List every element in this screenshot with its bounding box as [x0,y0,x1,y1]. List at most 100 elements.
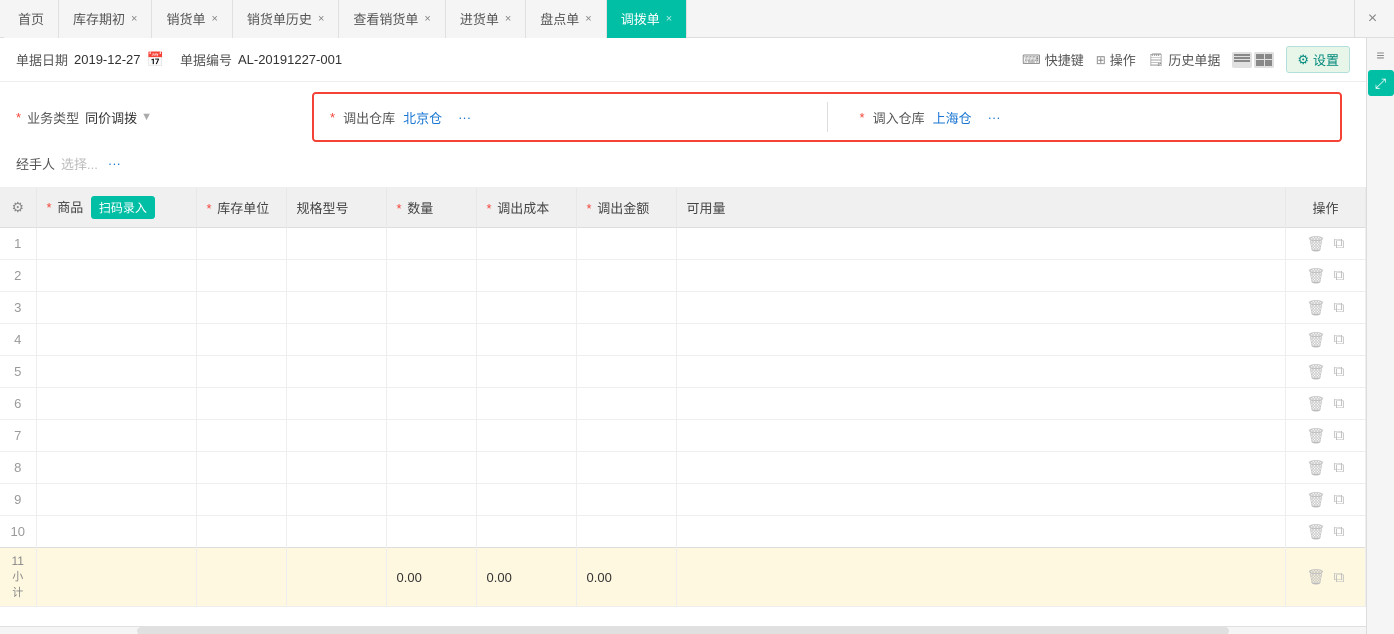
cell-unit[interactable] [196,356,286,388]
settings-button[interactable]: ⚙ 设置 [1286,46,1350,73]
close-tab-sales-order[interactable]: × [211,13,217,25]
business-type-select[interactable]: 同价调拨 ▼ [85,108,265,127]
cell-spec[interactable] [286,484,386,516]
cell-cost[interactable] [476,356,576,388]
history-button[interactable]: 🗒 历史单据 [1148,50,1221,69]
cell-product[interactable] [36,356,196,388]
copy-icon[interactable]: ⧉ [1334,523,1345,540]
close-tab-inventory-init[interactable]: × [131,13,137,25]
cell-product[interactable] [36,452,196,484]
cell-unit[interactable] [196,292,286,324]
copy-icon[interactable]: ⧉ [1334,267,1345,284]
copy-icon[interactable]: ⧉ [1334,395,1345,412]
cell-unit[interactable] [196,324,286,356]
cell-cost[interactable] [476,228,576,260]
cell-amount[interactable] [576,452,676,484]
delete-icon[interactable]: 🗑 [1307,267,1326,285]
scan-button[interactable]: 扫码录入 [91,196,155,219]
tab-inventory-check[interactable]: 盘点单 × [526,0,606,38]
delete-icon[interactable]: 🗑 [1307,523,1326,541]
cell-qty[interactable] [386,452,476,484]
cell-product[interactable] [36,228,196,260]
delete-icon[interactable]: 🗑 [1307,395,1326,413]
cell-spec[interactable] [286,516,386,548]
cell-spec[interactable] [286,292,386,324]
delete-icon[interactable]: 🗑 [1307,299,1326,317]
cell-spec[interactable] [286,420,386,452]
close-tab-view-sales[interactable]: × [424,13,430,25]
shortcut-button[interactable]: ⌨ 快捷键 [1022,50,1084,69]
cell-spec[interactable] [286,388,386,420]
cell-qty[interactable] [386,484,476,516]
cell-amount[interactable] [576,324,676,356]
cell-unit[interactable] [196,228,286,260]
copy-icon[interactable]: ⧉ [1334,569,1345,586]
warehouse-out-more-btn[interactable]: ··· [458,110,471,125]
cell-amount[interactable] [576,260,676,292]
cell-unit[interactable] [196,260,286,292]
cell-unit[interactable] [196,420,286,452]
cell-product[interactable] [36,324,196,356]
cell-qty[interactable] [386,420,476,452]
tab-purchase-order[interactable]: 进货单 × [446,0,526,38]
cell-spec[interactable] [286,228,386,260]
tab-home[interactable]: 首页 [4,0,59,38]
cell-spec[interactable] [286,452,386,484]
layout-grid-icon[interactable] [1254,52,1274,68]
cell-product[interactable] [36,420,196,452]
person-select[interactable]: 选择... [61,154,98,173]
close-tab-sales-history[interactable]: × [318,13,324,25]
copy-icon[interactable]: ⧉ [1334,363,1345,380]
cell-unit[interactable] [196,388,286,420]
delete-icon[interactable]: 🗑 [1307,427,1326,445]
copy-icon[interactable]: ⧉ [1334,235,1345,252]
cell-spec[interactable] [286,260,386,292]
close-tab-transfer-order[interactable]: × [666,13,672,25]
cell-amount[interactable] [576,420,676,452]
cell-unit[interactable] [196,452,286,484]
tab-sales-order[interactable]: 销货单 × [152,0,232,38]
window-close-button[interactable]: × [1354,0,1390,38]
cell-cost[interactable] [476,388,576,420]
cell-amount[interactable] [576,484,676,516]
delete-icon[interactable]: 🗑 [1307,331,1326,349]
tab-sales-history[interactable]: 销货单历史 × [233,0,339,38]
sidebar-expand-icon[interactable]: ⤢ [1368,70,1394,96]
cell-qty[interactable] [386,292,476,324]
person-more-btn[interactable]: ··· [108,156,121,171]
tab-view-sales[interactable]: 查看销货单 × [339,0,445,38]
cell-spec[interactable] [286,356,386,388]
cell-amount[interactable] [576,516,676,548]
cell-unit[interactable] [196,484,286,516]
cell-cost[interactable] [476,516,576,548]
close-tab-purchase-order[interactable]: × [505,13,511,25]
cell-product[interactable] [36,388,196,420]
warehouse-in-more-btn[interactable]: ··· [988,110,1001,125]
cell-qty[interactable] [386,228,476,260]
tab-transfer-order[interactable]: 调拨单 × [607,0,687,38]
copy-icon[interactable]: ⧉ [1334,459,1345,476]
gear-icon[interactable]: ⚙ [11,199,24,215]
delete-icon[interactable]: 🗑 [1307,235,1326,253]
cell-qty[interactable] [386,388,476,420]
close-tab-inventory-check[interactable]: × [585,13,591,25]
cell-amount[interactable] [576,356,676,388]
scroll-area[interactable] [0,626,1366,634]
cell-qty[interactable] [386,324,476,356]
copy-icon[interactable]: ⧉ [1334,331,1345,348]
cell-unit[interactable] [196,516,286,548]
copy-icon[interactable]: ⧉ [1334,427,1345,444]
cell-product[interactable] [36,516,196,548]
cell-qty[interactable] [386,516,476,548]
cell-amount[interactable] [576,292,676,324]
cell-cost[interactable] [476,484,576,516]
delete-icon[interactable]: 🗑 [1307,568,1326,586]
cell-cost[interactable] [476,292,576,324]
copy-icon[interactable]: ⧉ [1334,491,1345,508]
cell-product[interactable] [36,292,196,324]
operations-button[interactable]: ⊞ 操作 [1096,50,1136,69]
cell-product[interactable] [36,260,196,292]
cell-spec[interactable] [286,324,386,356]
delete-icon[interactable]: 🗑 [1307,459,1326,477]
cell-amount[interactable] [576,228,676,260]
